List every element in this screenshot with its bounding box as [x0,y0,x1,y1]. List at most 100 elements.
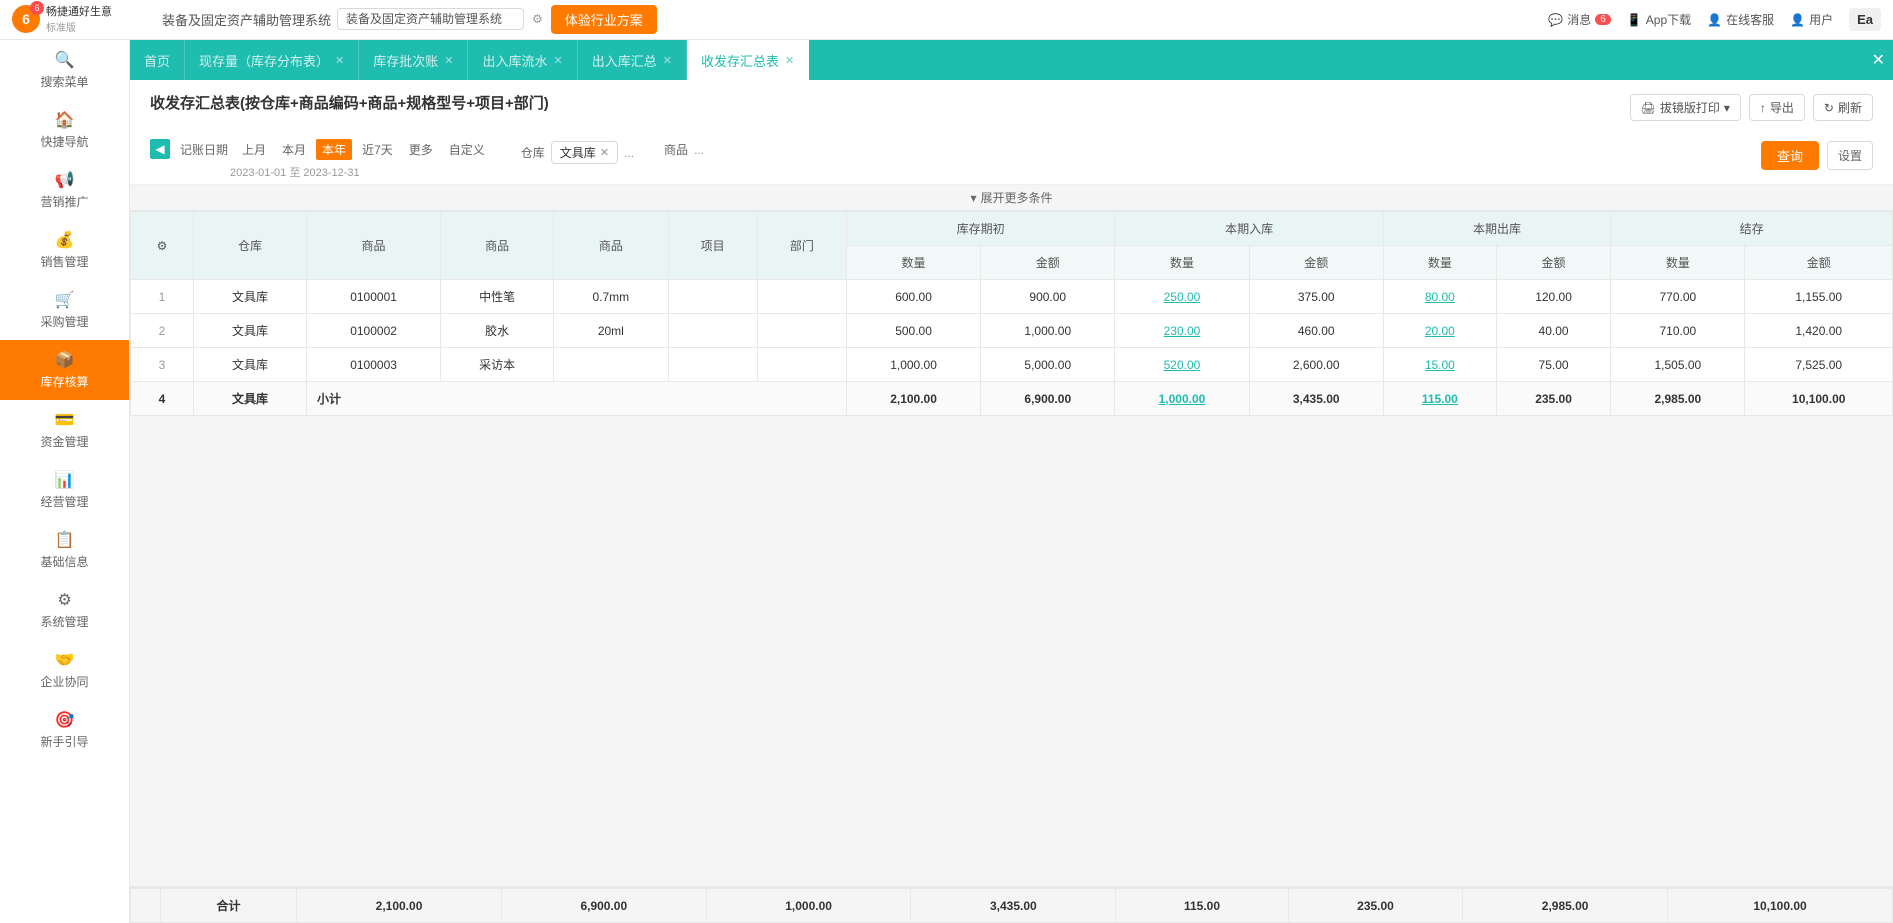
cell-in-qty[interactable]: 230.00 [1115,314,1249,348]
sidebar-label-operations: 经营管理 [40,493,88,510]
cell-in-qty[interactable]: 250.00 [1115,280,1249,314]
cell-name: 胶水 [441,314,554,348]
tab-home[interactable]: 首页 [130,40,185,80]
date-btn-this-month[interactable]: 本月 [276,139,312,160]
top-bar-right: 💬 消息 6 📱 App下载 👤 在线客服 👤 用户 Ea [1548,8,1881,31]
sidebar-item-marketing[interactable]: 📢 营销推广 [0,160,129,220]
trial-button[interactable]: 体验行业方案 [551,5,657,34]
footer-bar: 合计 2,100.00 6,900.00 1,000.00 3,435.00 1… [130,886,1893,923]
cell-out-amt: 120.00 [1496,280,1610,314]
subtotal-out-qty[interactable]: 115.00 [1383,382,1496,416]
cell-open-qty: 600.00 [846,280,980,314]
cooperation-icon: 🤝 [55,650,75,670]
sidebar-item-purchase[interactable]: 🛒 采购管理 [0,280,129,340]
inventory-icon: 📦 [55,350,75,370]
tab-bar: 首页 现存量（库存分布表） ✕ 库存批次账 ✕ 出入库流水 ✕ 出入库汇总 ✕ [130,40,1893,80]
cell-code: 0100001 [306,280,440,314]
sidebar-item-guide[interactable]: 🎯 新手引导 [0,700,129,760]
subtotal-warehouse: 文具库 [193,382,306,416]
th-out-qty: 数量 [1383,246,1496,280]
sidebar-label-purchase: 采购管理 [40,313,88,330]
total-label: 合计 [161,889,297,923]
cell-spec [554,348,668,382]
tab-batch[interactable]: 库存批次账 ✕ [359,40,468,80]
sidebar-label-cooperation: 企业协同 [40,673,88,690]
sidebar-item-operations[interactable]: 📊 经营管理 [0,460,129,520]
user-avatar[interactable]: Ea [1849,8,1881,31]
logo-sub: 标准版 [46,19,112,34]
cell-code: 0100003 [306,348,440,382]
th-open-amt: 金额 [981,246,1115,280]
sys-title: 装备及固定资产辅助管理系统 [162,10,331,29]
total-row: 合计 2,100.00 6,900.00 1,000.00 3,435.00 1… [131,889,1893,923]
date-btn-7days[interactable]: 近7天 [356,139,399,160]
th-group-open: 库存期初 [846,212,1114,246]
cell-out-qty[interactable]: 15.00 [1383,348,1496,382]
cell-out-qty[interactable]: 20.00 [1383,314,1496,348]
print-icon: 🖨 [1641,101,1656,115]
sidebar-label-basic-info: 基础信息 [40,553,88,570]
page-title: 收发存汇总表(按仓库+商品编码+商品+规格型号+项目+部门) [150,92,549,113]
user-item[interactable]: 👤 用户 [1790,11,1833,28]
tab-in-out-flow-close[interactable]: ✕ [554,54,563,67]
sidebar-label-sales: 销售管理 [40,253,88,270]
tab-batch-close[interactable]: ✕ [444,54,453,67]
th-settings[interactable]: ⚙ [131,212,194,280]
th-end-amt: 金额 [1745,246,1893,280]
date-btn-more[interactable]: 更多 [403,139,439,160]
sidebar-item-basic-info[interactable]: 📋 基础信息 [0,520,129,580]
cell-in-qty[interactable]: 520.00 [1115,348,1249,382]
app-download-item[interactable]: 📱 App下载 [1627,11,1691,28]
top-bar: 6 6 畅捷通好生意 标准版 装备及固定资产辅助管理系统 装备及固定资产辅助管理… [0,0,1893,40]
service-icon: 👤 [1707,13,1722,27]
service-item[interactable]: 👤 在线客服 [1707,11,1774,28]
cell-project [668,280,757,314]
msg-item[interactable]: 💬 消息 6 [1548,11,1611,28]
date-btn-custom[interactable]: 自定义 [443,139,491,160]
tab-in-out-summary-close[interactable]: ✕ [663,54,672,67]
refresh-button[interactable]: ↻ 刷新 [1813,94,1873,121]
cell-out-qty[interactable]: 80.00 [1383,280,1496,314]
tab-home-label: 首页 [144,51,170,70]
tab-stock-dist-close[interactable]: ✕ [335,54,344,67]
cell-project [668,314,757,348]
query-button[interactable]: 查询 [1761,141,1819,170]
sidebar-item-search[interactable]: 🔍 搜索菜单 [0,40,129,100]
warehouse-more[interactable]: ... [624,146,634,160]
warehouse-tag[interactable]: 文具库 ✕ [551,141,618,164]
warehouse-tag-remove[interactable]: ✕ [600,146,609,159]
cell-out-amt: 75.00 [1496,348,1610,382]
goods-more[interactable]: ... [694,143,704,157]
subtotal-in-qty[interactable]: 1,000.00 [1115,382,1249,416]
date-btn-prev-month[interactable]: 上月 [236,139,272,160]
th-dept: 部门 [757,212,846,280]
tab-recv-send-summary-label: 收发存汇总表 [701,51,779,70]
tab-in-out-summary-label: 出入库汇总 [592,51,657,70]
sidebar-item-finance[interactable]: 💳 资金管理 [0,400,129,460]
total-in-amt: 3,435.00 [911,889,1116,923]
sidebar-item-system[interactable]: ⚙ 系统管理 [0,580,129,640]
tab-in-out-summary[interactable]: 出入库汇总 ✕ [578,40,687,80]
tab-recv-send-summary-close[interactable]: ✕ [785,54,794,67]
data-table: ⚙ 仓库 商品 商品 商品 项目 部门 库存期初 本期入库 本期出库 结存 [130,211,1893,416]
print-dropdown-icon: ▾ [1724,101,1730,115]
setting-button[interactable]: 设置 [1827,141,1873,170]
print-button[interactable]: 🖨 拔镜版打印 ▾ [1630,94,1741,121]
tab-in-out-flow[interactable]: 出入库流水 ✕ [468,40,577,80]
sidebar-item-quick-nav[interactable]: 🏠 快捷导航 [0,100,129,160]
filter-action-buttons: 查询 设置 [1761,141,1873,170]
sidebar-item-inventory[interactable]: 📦 库存核算 [0,340,129,400]
export-button[interactable]: ↑ 导出 [1749,94,1805,121]
warehouse-label: 仓库 [521,144,545,161]
tab-bar-close-all[interactable]: ✕ [1872,50,1893,70]
filter-collapse-button[interactable]: ◀ [150,139,170,159]
tab-recv-send-summary[interactable]: 收发存汇总表 ✕ [687,40,809,80]
filter-date-section: 记账日期 上月 本月 本年 近7天 更多 自定义 [180,139,491,180]
cell-dept [757,314,846,348]
date-btn-this-year[interactable]: 本年 [316,139,352,160]
sys-selector[interactable]: 装备及固定资产辅助管理系统 [337,8,524,30]
expand-conditions-button[interactable]: ▾ 展开更多条件 [970,189,1052,206]
tab-stock-dist[interactable]: 现存量（库存分布表） ✕ [185,40,359,80]
sidebar-item-cooperation[interactable]: 🤝 企业协同 [0,640,129,700]
sidebar-item-sales[interactable]: 💰 销售管理 [0,220,129,280]
